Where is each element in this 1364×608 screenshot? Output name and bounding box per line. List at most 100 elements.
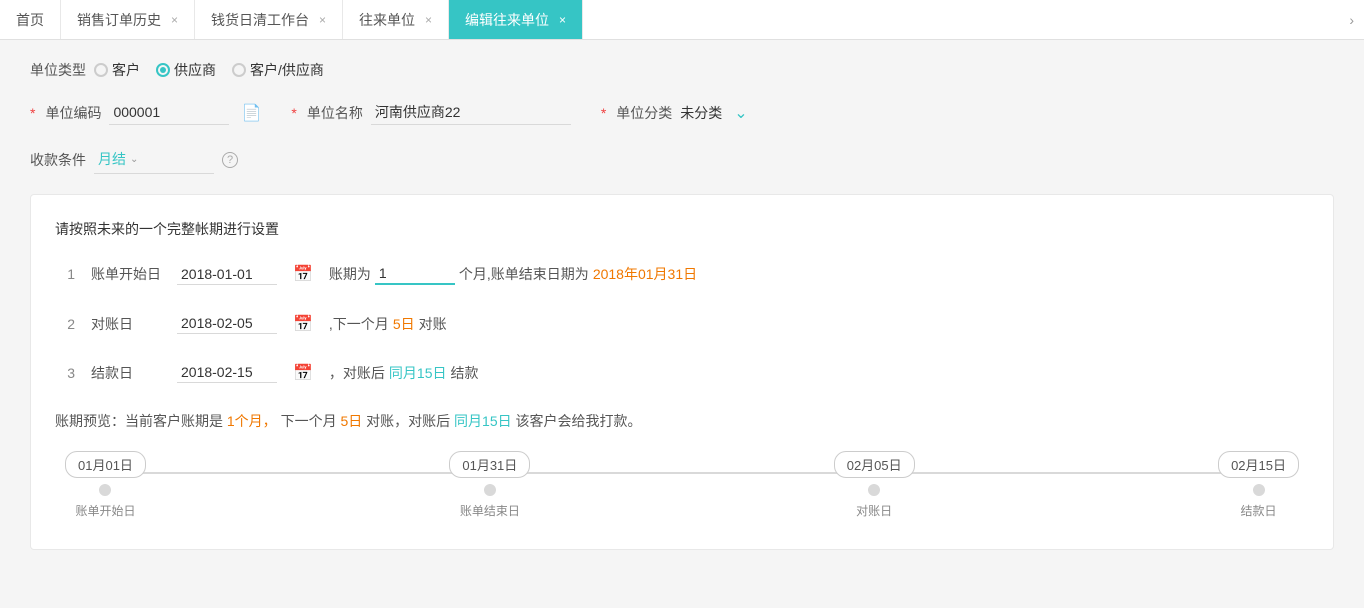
- preview-payment-after: 该客户会给我打款。: [516, 413, 642, 429]
- payment-chevron-icon: ⌄: [130, 154, 138, 165]
- preview-section: 账期预览：当前客户账期是 1个月， 下一个月 5日 对账，对账后 同月15日 该…: [55, 411, 1309, 431]
- code-group: * 单位编码 📄: [30, 100, 261, 125]
- radio-both-circle: [232, 63, 246, 77]
- tab-sales-history-close[interactable]: ×: [171, 13, 178, 27]
- classify-star: *: [601, 105, 606, 121]
- code-doc-icon[interactable]: 📄: [241, 103, 261, 123]
- tab-edit-partner-label: 编辑往来单位: [465, 10, 549, 30]
- payment-label: 收款条件: [30, 150, 86, 170]
- payment-day-highlight: 同月15日: [389, 363, 447, 383]
- tab-home-label: 首页: [16, 10, 44, 30]
- preview-payment-day: 同月15日: [454, 413, 512, 429]
- classify-value: 未分类: [680, 103, 722, 123]
- setting-row-2: 2 对账日 📅 ,下一个月5日 对账: [55, 313, 1309, 334]
- node-dot-3: [868, 484, 880, 496]
- tab-cash-work[interactable]: 钱货日清工作台 ×: [195, 0, 343, 39]
- unit-type-group: 单位类型 客户 供应商 客户/供应商: [30, 60, 324, 80]
- node-label-3: 对账日: [856, 502, 892, 519]
- tab-edit-partner-close[interactable]: ×: [559, 13, 566, 27]
- timeline-nodes: 01月01日 账单开始日 01月31日 账单结束日 02月05日 对账日: [65, 451, 1299, 519]
- tab-cash-work-close[interactable]: ×: [319, 13, 326, 27]
- classify-label: 单位分类: [616, 103, 672, 123]
- row-label-1: 账单开始日: [91, 264, 161, 284]
- node-dot-1: [99, 484, 111, 496]
- name-label: 单位名称: [307, 103, 363, 123]
- tab-partner-label: 往来单位: [359, 10, 415, 30]
- payment-after: 结款: [451, 363, 479, 383]
- preview-reconcile-pre: 下一个月: [281, 413, 337, 429]
- reconcile-after: 对账: [419, 314, 447, 334]
- row-desc-2: ,下一个月5日 对账: [329, 314, 447, 334]
- reconcile-date-input[interactable]: [177, 313, 277, 334]
- setting-row-3: 3 结款日 📅 ，对账后 同月15日 结款: [55, 362, 1309, 383]
- code-input[interactable]: [109, 100, 229, 125]
- row-label-3: 结款日: [91, 363, 161, 383]
- main-content: 单位类型 客户 供应商 客户/供应商 * 单位编码: [0, 40, 1364, 608]
- code-label: 单位编码: [45, 103, 101, 123]
- name-star: *: [291, 105, 296, 121]
- timeline-wrapper: 01月01日 账单开始日 01月31日 账单结束日 02月05日 对账日: [65, 451, 1299, 519]
- timeline-node-1: 01月01日 账单开始日: [65, 451, 146, 519]
- tab-edit-partner[interactable]: 编辑往来单位 ×: [449, 0, 583, 39]
- radio-customer-label: 客户: [112, 60, 140, 80]
- row-desc-1: 账期为 个月,账单结束日期为 2018年01月31日: [329, 263, 697, 285]
- tab-scroll-arrow[interactable]: ›: [1339, 0, 1364, 39]
- tab-sales-history-label: 销售订单历史: [77, 10, 161, 30]
- unit-type-label: 单位类型: [30, 60, 86, 80]
- tabs-bar: 首页 销售订单历史 × 钱货日清工作台 × 往来单位 × 编辑往来单位 × ›: [0, 0, 1364, 40]
- tab-sales-history[interactable]: 销售订单历史 ×: [61, 0, 195, 39]
- radio-both[interactable]: 客户/供应商: [232, 60, 324, 80]
- period-suffix: 个月,账单结束日期为: [459, 264, 589, 284]
- timeline-node-4: 02月15日 结款日: [1218, 451, 1299, 519]
- timeline-node-3: 02月05日 对账日: [834, 451, 915, 519]
- name-input[interactable]: [371, 100, 571, 125]
- payment-value: 月结: [98, 149, 126, 169]
- reconcile-date-calendar-icon[interactable]: 📅: [293, 314, 313, 334]
- radio-customer-circle: [94, 63, 108, 77]
- radio-supplier[interactable]: 供应商: [156, 60, 216, 80]
- code-star: *: [30, 105, 35, 121]
- node-badge-2: 01月31日: [449, 451, 530, 478]
- payment-date-input[interactable]: [177, 362, 277, 383]
- row-label-2: 对账日: [91, 314, 161, 334]
- preview-label: 账期预览：当前客户账期是: [55, 413, 223, 429]
- radio-customer[interactable]: 客户: [94, 60, 140, 80]
- payment-row: 收款条件 月结 ⌄ ?: [30, 145, 1334, 174]
- end-date-highlight: 2018年01月31日: [593, 264, 697, 284]
- radio-supplier-circle: [156, 63, 170, 77]
- setting-row-1: 1 账单开始日 📅 账期为 个月,账单结束日期为 2018年01月31日: [55, 263, 1309, 285]
- unit-type-row: 单位类型 客户 供应商 客户/供应商: [30, 60, 1334, 80]
- timeline-node-2: 01月31日 账单结束日: [449, 451, 530, 519]
- settings-panel: 请按照未来的一个完整帐期进行设置 1 账单开始日 📅 账期为 个月,账单结束日期…: [30, 194, 1334, 550]
- payment-date-calendar-icon[interactable]: 📅: [293, 363, 313, 383]
- row-num-2: 2: [55, 316, 75, 332]
- payment-dropdown[interactable]: 月结 ⌄: [94, 145, 214, 174]
- node-badge-4: 02月15日: [1218, 451, 1299, 478]
- classify-dropdown[interactable]: 未分类 ⌄: [680, 103, 760, 123]
- period-prefix: 账期为: [329, 264, 371, 284]
- preview-period: 1个月，: [227, 413, 277, 429]
- reconcile-day-highlight: 5日: [393, 314, 415, 334]
- code-name-classify-row: * 单位编码 📄 * 单位名称 * 单位分类 未分类 ⌄: [30, 100, 1334, 125]
- tab-cash-work-label: 钱货日清工作台: [211, 10, 309, 30]
- payment-prefix: ，对账后: [329, 363, 385, 383]
- tab-partner[interactable]: 往来单位 ×: [343, 0, 449, 39]
- name-group: * 单位名称: [291, 100, 570, 125]
- tab-partner-close[interactable]: ×: [425, 13, 432, 27]
- row-num-3: 3: [55, 365, 75, 381]
- period-input[interactable]: [375, 263, 455, 285]
- node-badge-3: 02月05日: [834, 451, 915, 478]
- classify-group: * 单位分类 未分类 ⌄: [601, 103, 760, 123]
- panel-title: 请按照未来的一个完整帐期进行设置: [55, 219, 1309, 239]
- node-badge-1: 01月01日: [65, 451, 146, 478]
- chevron-down-icon: ⌄: [734, 103, 747, 123]
- preview-reconcile-day: 5日: [340, 413, 362, 429]
- start-date-calendar-icon[interactable]: 📅: [293, 264, 313, 284]
- help-icon[interactable]: ?: [222, 152, 238, 168]
- start-date-input[interactable]: [177, 264, 277, 285]
- row-num-1: 1: [55, 266, 75, 282]
- payment-group: 收款条件 月结 ⌄ ?: [30, 145, 238, 174]
- node-dot-4: [1253, 484, 1265, 496]
- reconcile-prefix: ,下一个月: [329, 314, 389, 334]
- tab-home[interactable]: 首页: [0, 0, 61, 39]
